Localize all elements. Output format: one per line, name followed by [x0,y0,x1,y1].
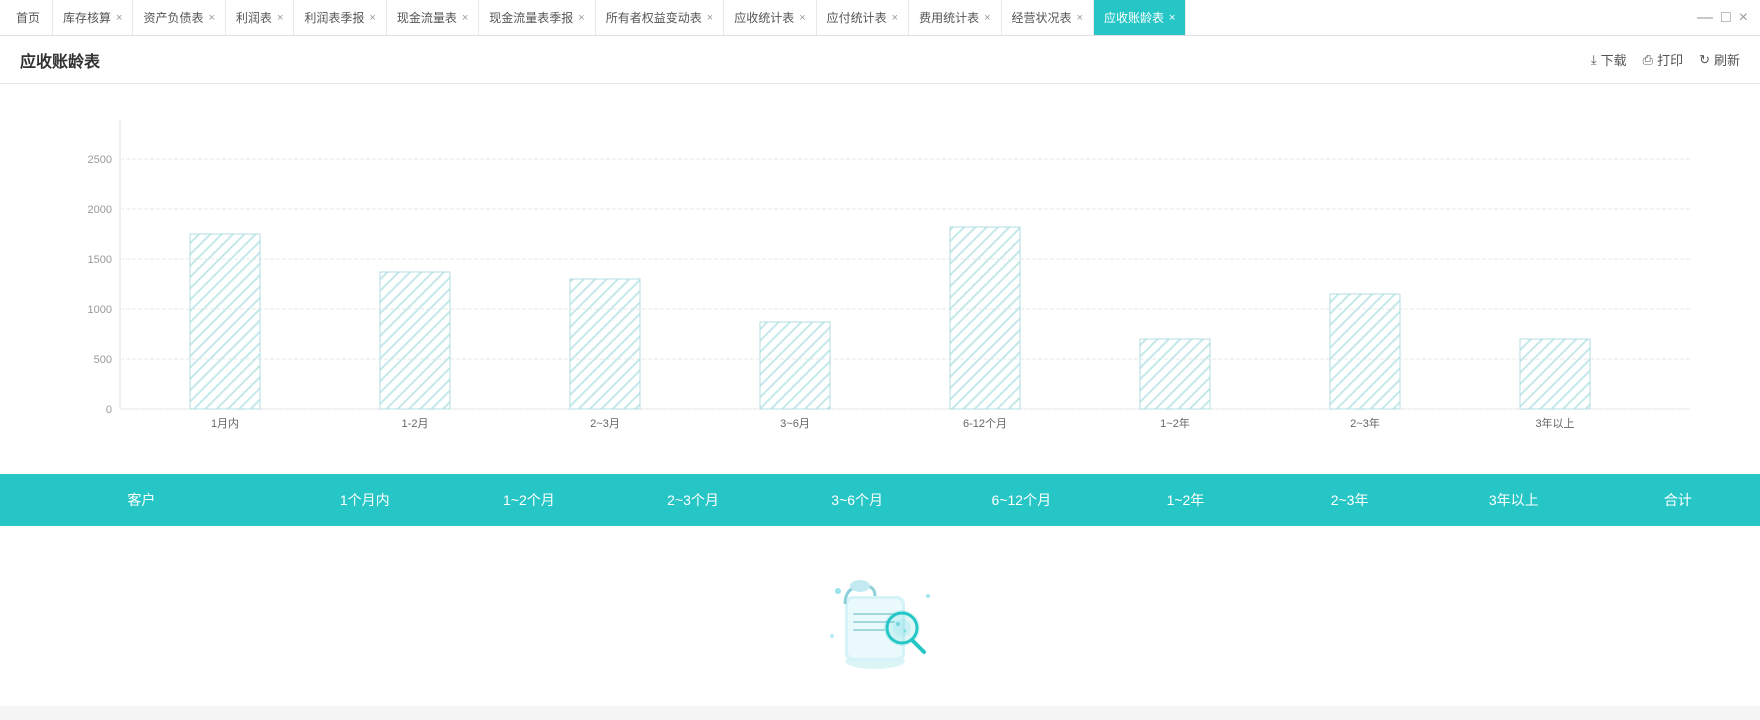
tab-ap-stats[interactable]: 应付统计表 × [817,0,909,36]
tab-label-ap-stats: 应付统计表 [827,9,887,26]
tab-ar-stats[interactable]: 应收统计表 × [724,0,816,36]
tab-cashflow-quarterly[interactable]: 现金流量表季报 × [479,0,595,36]
svg-text:3年以上: 3年以上 [1535,416,1574,430]
tab-home[interactable]: 首页 [4,0,53,36]
tab-equity-changes[interactable]: 所有者权益变动表 × [596,0,724,36]
download-button[interactable]: ⤓ 下载 [1591,50,1627,69]
th-2~3年: 2~3年 [1268,490,1432,510]
svg-text:2~3月: 2~3月 [590,418,620,430]
table-body [0,526,1760,706]
refresh-icon: ↻ [1699,52,1710,68]
tab-close-inventory[interactable]: × [116,12,122,24]
print-icon: ⎙ [1643,52,1653,68]
print-label: 打印 [1657,50,1683,69]
window-controls: — □ × [1697,9,1756,27]
empty-state [820,546,940,686]
page-actions: ⤓ 下载 ⎙ 打印 ↻ 刷新 [1591,50,1740,69]
bar-2-3年 [1330,294,1400,409]
tab-close-cashflow[interactable]: × [462,12,468,24]
th-3年以上: 3年以上 [1432,490,1596,510]
svg-text:1月内: 1月内 [211,416,239,430]
svg-text:1000: 1000 [88,304,112,316]
print-button[interactable]: ⎙ 打印 [1643,50,1683,69]
tab-close-balance-sheet[interactable]: × [208,12,214,24]
tab-label-operation-status: 经营状况表 [1012,9,1072,26]
th-1~2年: 1~2年 [1103,490,1267,510]
tab-label-cashflow-quarterly: 现金流量表季报 [489,9,573,26]
empty-icon [820,566,940,676]
tab-ar-aging[interactable]: 应收账龄表 × [1094,0,1186,36]
maximize-icon[interactable]: □ [1721,9,1731,27]
tab-label-expense-stats: 费用统计表 [919,9,979,26]
bar-1月内 [190,234,260,409]
chart-container: 0 500 1000 1500 2000 2500 1月内 [0,84,1760,474]
tab-label-profit-quarterly: 利润表季报 [304,9,364,26]
tab-close-ar-stats[interactable]: × [799,12,805,24]
bar-1-2月 [380,272,450,409]
tab-profit[interactable]: 利润表 × [226,0,294,36]
tab-profit-quarterly[interactable]: 利润表季报 × [294,0,386,36]
svg-text:1500: 1500 [88,254,112,266]
tab-label-equity-changes: 所有者权益变动表 [606,9,702,26]
tab-bar: 首页 库存核算×资产负债表×利润表×利润表季报×现金流量表×现金流量表季报×所有… [0,0,1760,36]
tab-balance-sheet[interactable]: 资产负债表 × [133,0,225,36]
svg-text:0: 0 [106,404,112,416]
svg-text:6-12个月: 6-12个月 [963,417,1007,430]
main-content: 0 500 1000 1500 2000 2500 1月内 [0,84,1760,706]
bar-3-6月 [760,322,830,409]
bar-3年以上 [1520,339,1590,409]
bar-1-2年 [1140,339,1210,409]
minimize-icon[interactable]: — [1697,9,1713,27]
bar-6-12月 [950,227,1020,409]
download-label: 下载 [1601,50,1627,69]
th-合计: 合计 [1596,490,1760,510]
svg-text:2000: 2000 [88,204,112,216]
svg-text:3~6月: 3~6月 [780,418,810,430]
th-1个月内: 1个月内 [283,490,447,510]
tab-expense-stats[interactable]: 费用统计表 × [909,0,1001,36]
tab-label-cashflow: 现金流量表 [397,9,457,26]
close-window-icon[interactable]: × [1739,9,1748,27]
tab-label-balance-sheet: 资产负债表 [143,9,203,26]
svg-text:1~2年: 1~2年 [1160,416,1190,430]
svg-text:2500: 2500 [88,154,112,166]
tab-close-operation-status[interactable]: × [1077,12,1083,24]
tab-close-ap-stats[interactable]: × [892,12,898,24]
tab-close-equity-changes[interactable]: × [707,12,713,24]
tab-operation-status[interactable]: 经营状况表 × [1002,0,1094,36]
table-header: 客户1个月内1~2个月2~3个月3~6个月6~12个月1~2年2~3年3年以上合… [0,474,1760,526]
tab-label-ar-stats: 应收统计表 [734,9,794,26]
th-6~12个月: 6~12个月 [939,490,1103,510]
tab-close-profit-quarterly[interactable]: × [369,12,375,24]
tab-close-cashflow-quarterly[interactable]: × [578,12,584,24]
svg-text:2~3年: 2~3年 [1350,416,1380,430]
tab-label-profit: 利润表 [236,9,272,26]
refresh-label: 刷新 [1714,50,1740,69]
page-header: 应收账龄表 ⤓ 下载 ⎙ 打印 ↻ 刷新 [0,36,1760,84]
tab-close-profit[interactable]: × [277,12,283,24]
bar-2-3月 [570,279,640,409]
svg-text:500: 500 [94,354,112,366]
th-1~2个月: 1~2个月 [447,490,611,510]
tab-cashflow[interactable]: 现金流量表 × [387,0,479,36]
th-客户: 客户 [0,490,283,510]
th-3~6个月: 3~6个月 [775,490,939,510]
tab-label-ar-aging: 应收账龄表 [1104,9,1164,26]
th-2~3个月: 2~3个月 [611,490,775,510]
tab-home-label: 首页 [16,9,40,26]
svg-text:1-2月: 1-2月 [402,418,429,430]
refresh-button[interactable]: ↻ 刷新 [1699,50,1740,69]
page-title: 应收账龄表 [20,48,100,72]
tab-close-ar-aging[interactable]: × [1169,12,1175,24]
tab-close-expense-stats[interactable]: × [984,12,990,24]
tab-label-inventory: 库存核算 [63,9,111,26]
download-icon: ⤓ [1591,52,1597,68]
bar-chart: 0 500 1000 1500 2000 2500 1月内 [40,104,1720,454]
tab-inventory[interactable]: 库存核算 × [53,0,133,36]
